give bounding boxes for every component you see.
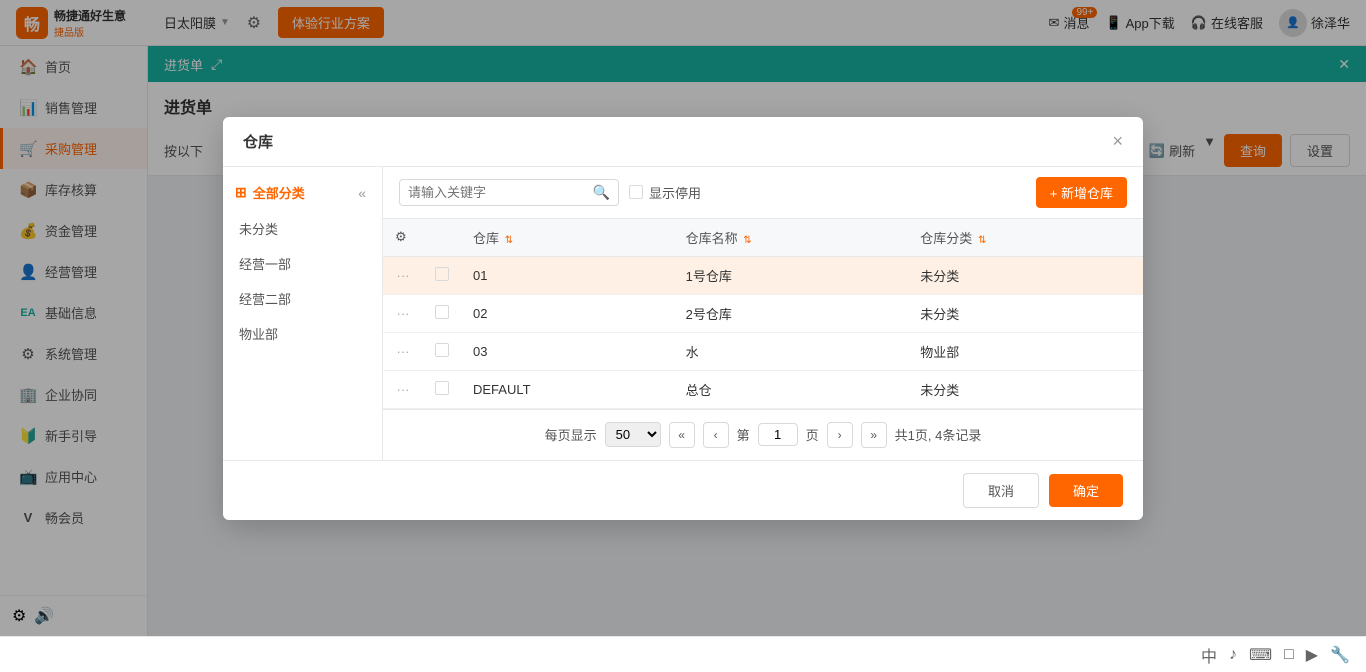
col-settings[interactable]: ⚙ bbox=[383, 219, 423, 257]
bottom-icon-zh[interactable]: 中 bbox=[1201, 643, 1217, 667]
cell-more[interactable]: ··· bbox=[383, 294, 423, 332]
bottom-icon-screen[interactable]: □ bbox=[1284, 646, 1294, 664]
category-item-unclassified[interactable]: 未分类 bbox=[223, 211, 382, 246]
cell-name: 水 bbox=[674, 332, 909, 370]
cell-checkbox[interactable] bbox=[423, 256, 461, 294]
pagination-bar: 每页显示 50 20 100 « ‹ 第 页 › » 共1页, 4条记录 bbox=[383, 409, 1143, 460]
page-first-btn[interactable]: « bbox=[669, 422, 695, 448]
cell-name: 2号仓库 bbox=[674, 294, 909, 332]
cell-more[interactable]: ··· bbox=[383, 256, 423, 294]
bottom-icon-tool[interactable]: 🔧 bbox=[1330, 645, 1350, 665]
col-name[interactable]: 仓库名称 ⇅ bbox=[674, 219, 909, 257]
cell-more[interactable]: ··· bbox=[383, 332, 423, 370]
col-code[interactable]: 仓库 ⇅ bbox=[461, 219, 674, 257]
warehouse-modal: 仓库 × ⊞ 全部分类 « 未分类 经营一部 经营二部 物业部 bbox=[223, 117, 1143, 520]
modal-title: 仓库 bbox=[243, 131, 273, 152]
warehouse-table: ⚙ 仓库 ⇅ 仓库名称 ⇅ bbox=[383, 219, 1143, 409]
category-sidebar: ⊞ 全部分类 « 未分类 经营一部 经营二部 物业部 bbox=[223, 167, 383, 460]
category-item-ops1[interactable]: 经营一部 bbox=[223, 246, 382, 281]
table-row[interactable]: ··· 02 2号仓库 未分类 bbox=[383, 294, 1143, 332]
modal-body: ⊞ 全部分类 « 未分类 经营一部 经营二部 物业部 🔍 bbox=[223, 167, 1143, 460]
confirm-button[interactable]: 确定 bbox=[1049, 474, 1123, 507]
search-input[interactable] bbox=[408, 185, 587, 200]
table-row[interactable]: ··· 01 1号仓库 未分类 bbox=[383, 256, 1143, 294]
col-checkbox bbox=[423, 219, 461, 257]
more-icon: ··· bbox=[397, 268, 410, 283]
table-toolbar: 🔍 显示停用 + 新增仓库 bbox=[383, 167, 1143, 219]
cell-checkbox[interactable] bbox=[423, 294, 461, 332]
page-unit: 页 bbox=[806, 425, 819, 444]
page-prev-btn[interactable]: ‹ bbox=[703, 422, 729, 448]
cell-more[interactable]: ··· bbox=[383, 370, 423, 408]
category-header: ⊞ 全部分类 « bbox=[223, 175, 382, 211]
bottom-icon-play[interactable]: ▶ bbox=[1306, 645, 1318, 665]
row-checkbox[interactable] bbox=[435, 305, 449, 319]
sort-code-icon: ⇅ bbox=[505, 235, 513, 246]
cell-category: 未分类 bbox=[908, 370, 1143, 408]
modal-header: 仓库 × bbox=[223, 117, 1143, 167]
cell-checkbox[interactable] bbox=[423, 370, 461, 408]
row-checkbox[interactable] bbox=[435, 267, 449, 281]
collapse-btn[interactable]: « bbox=[354, 183, 370, 203]
bottom-bar: 中 ♪ ⌨ □ ▶ 🔧 bbox=[0, 636, 1366, 672]
cell-category: 物业部 bbox=[908, 332, 1143, 370]
row-checkbox[interactable] bbox=[435, 343, 449, 357]
table-row[interactable]: ··· DEFAULT 总仓 未分类 bbox=[383, 370, 1143, 408]
sort-cat-icon: ⇅ bbox=[978, 235, 986, 246]
add-warehouse-button[interactable]: + 新增仓库 bbox=[1036, 177, 1127, 208]
cell-code: 03 bbox=[461, 332, 674, 370]
page-total-info: 共1页, 4条记录 bbox=[895, 425, 982, 444]
category-item-ops2[interactable]: 经营二部 bbox=[223, 281, 382, 316]
page-last-btn[interactable]: » bbox=[861, 422, 887, 448]
bottom-icon-music[interactable]: ♪ bbox=[1229, 646, 1237, 664]
search-input-wrap: 🔍 bbox=[399, 179, 619, 206]
page-label: 第 bbox=[737, 425, 750, 444]
page-input[interactable] bbox=[758, 423, 798, 446]
col-category[interactable]: 仓库分类 ⇅ bbox=[908, 219, 1143, 257]
per-page-select[interactable]: 50 20 100 bbox=[605, 422, 661, 447]
sort-name-icon: ⇅ bbox=[743, 235, 751, 246]
cell-name: 总仓 bbox=[674, 370, 909, 408]
show-disabled-label[interactable]: 显示停用 bbox=[629, 183, 701, 202]
per-page-label: 每页显示 bbox=[545, 425, 597, 444]
modal-close-button[interactable]: × bbox=[1112, 132, 1123, 150]
cell-category: 未分类 bbox=[908, 294, 1143, 332]
row-checkbox[interactable] bbox=[435, 381, 449, 395]
grid-icon: ⊞ bbox=[235, 184, 247, 201]
more-icon: ··· bbox=[397, 344, 410, 359]
show-disabled-checkbox[interactable] bbox=[629, 185, 643, 199]
cell-code: 02 bbox=[461, 294, 674, 332]
bottom-icon-keyboard[interactable]: ⌨ bbox=[1249, 645, 1272, 665]
cell-name: 1号仓库 bbox=[674, 256, 909, 294]
page-next-btn[interactable]: › bbox=[827, 422, 853, 448]
more-icon: ··· bbox=[397, 382, 410, 397]
cell-checkbox[interactable] bbox=[423, 332, 461, 370]
table-area: 🔍 显示停用 + 新增仓库 ⚙ bbox=[383, 167, 1143, 460]
all-categories-label[interactable]: ⊞ 全部分类 bbox=[235, 183, 305, 202]
category-item-property[interactable]: 物业部 bbox=[223, 316, 382, 351]
cell-category: 未分类 bbox=[908, 256, 1143, 294]
table-scroll: ⚙ 仓库 ⇅ 仓库名称 ⇅ bbox=[383, 219, 1143, 409]
table-row[interactable]: ··· 03 水 物业部 bbox=[383, 332, 1143, 370]
modal-overlay: 仓库 × ⊞ 全部分类 « 未分类 经营一部 经营二部 物业部 bbox=[0, 0, 1366, 636]
cancel-button[interactable]: 取消 bbox=[963, 473, 1039, 508]
cell-code: 01 bbox=[461, 256, 674, 294]
cell-code: DEFAULT bbox=[461, 370, 674, 408]
search-icon[interactable]: 🔍 bbox=[593, 184, 610, 201]
modal-footer: 取消 确定 bbox=[223, 460, 1143, 520]
more-icon: ··· bbox=[397, 306, 410, 321]
